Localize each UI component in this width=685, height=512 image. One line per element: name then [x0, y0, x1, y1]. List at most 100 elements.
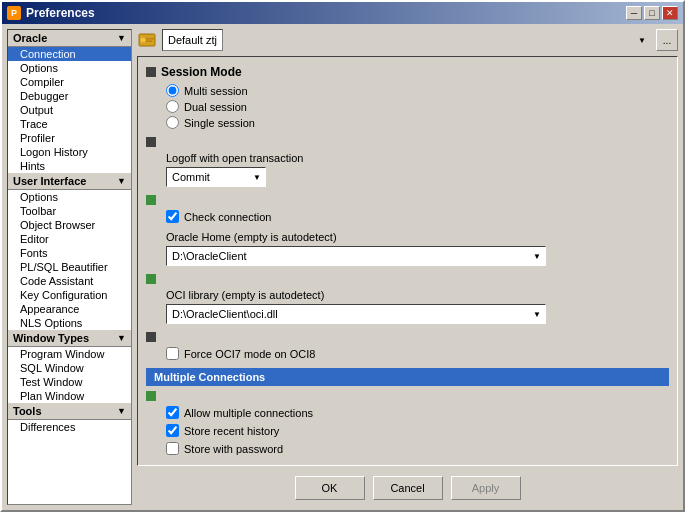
sidebar-item-options[interactable]: Options: [8, 61, 131, 75]
tools-arrow-icon: ▼: [117, 406, 126, 416]
sidebar-item-program-window[interactable]: Program Window: [8, 347, 131, 361]
svg-point-1: [141, 38, 146, 43]
content-area: Oracle ▼ Connection Options Compiler Deb…: [2, 24, 683, 510]
connection-select[interactable]: Default ztj: [162, 29, 223, 51]
mc-title-row: [146, 391, 669, 401]
radio-dual-session-label: Dual session: [184, 101, 247, 113]
sidebar-item-toolbar[interactable]: Toolbar: [8, 204, 131, 218]
check-connection-indicator: [146, 195, 156, 205]
sidebar-item-sql-window[interactable]: SQL Window: [8, 361, 131, 375]
ok-button[interactable]: OK: [295, 476, 365, 500]
check-connection-label: Check connection: [184, 211, 271, 223]
sidebar-item-nls-options[interactable]: NLS Options: [8, 316, 131, 330]
oci-library-section: OCI library (empty is autodetect) D:\Ora…: [146, 274, 669, 324]
sidebar-item-connection[interactable]: Connection: [8, 47, 131, 61]
sidebar-item-fonts[interactable]: Fonts: [8, 246, 131, 260]
sidebar-section-tools[interactable]: Tools ▼: [8, 403, 131, 420]
sidebar-item-logon-history[interactable]: Logon History: [8, 145, 131, 159]
oracle-section-label: Oracle: [13, 32, 47, 44]
logoff-row: Logoff with open transaction Commit Roll…: [166, 152, 669, 187]
preferences-window: P Preferences ─ □ ✕ Oracle ▼ Connection …: [0, 0, 685, 512]
force-oci7-row[interactable]: Force OCI7 mode on OCI8: [166, 347, 669, 360]
check-connection-row[interactable]: Check connection: [166, 210, 669, 223]
title-bar: P Preferences ─ □ ✕: [2, 2, 683, 24]
sidebar-item-differences[interactable]: Differences: [8, 420, 131, 434]
allow-multiple-row[interactable]: Allow multiple connections: [166, 406, 669, 419]
svg-rect-3: [146, 41, 152, 43]
ui-section-label: User Interface: [13, 175, 86, 187]
session-mode-title-row: Session Mode: [146, 65, 669, 79]
cancel-button[interactable]: Cancel: [373, 476, 443, 500]
oracle-home-section: Oracle Home (empty is autodetect) D:\Ora…: [146, 231, 669, 266]
radio-multi-session-label: Multi session: [184, 85, 248, 97]
sidebar-item-debugger[interactable]: Debugger: [8, 89, 131, 103]
radio-dual-session-input[interactable]: [166, 100, 179, 113]
oci-library-select[interactable]: D:\OracleClient\oci.dll: [166, 304, 546, 324]
sidebar-section-oracle[interactable]: Oracle ▼: [8, 30, 131, 47]
force-oci7-indicator: [146, 332, 156, 342]
multiple-connections-section: Allow multiple connections Store recent …: [146, 391, 669, 455]
apply-button[interactable]: Apply: [451, 476, 521, 500]
session-mode-section: Session Mode Multi session Dual session: [146, 65, 669, 129]
ui-arrow-icon: ▼: [117, 176, 126, 186]
session-mode-indicator: [146, 67, 156, 77]
minimize-button[interactable]: ─: [626, 6, 642, 20]
sidebar-section-ui[interactable]: User Interface ▼: [8, 173, 131, 190]
oracle-home-select-wrapper: D:\OracleClient: [166, 246, 546, 266]
commit-select[interactable]: Commit Rollback Ask: [166, 167, 266, 187]
oci-library-label: OCI library (empty is autodetect): [166, 289, 669, 301]
oracle-home-label: Oracle Home (empty is autodetect): [166, 231, 669, 243]
sidebar-item-key-config[interactable]: Key Configuration: [8, 288, 131, 302]
store-password-row[interactable]: Store with password: [166, 442, 669, 455]
check-connection-title-row: [146, 195, 669, 205]
check-connection-section: Check connection: [146, 195, 669, 223]
sidebar-item-object-browser[interactable]: Object Browser: [8, 218, 131, 232]
mc-indicator: [146, 391, 156, 401]
allow-multiple-label: Allow multiple connections: [184, 407, 313, 419]
bottom-bar: OK Cancel Apply: [137, 471, 678, 505]
force-oci7-label: Force OCI7 mode on OCI8: [184, 348, 315, 360]
sidebar-item-hints[interactable]: Hints: [8, 159, 131, 173]
radio-single-session-input[interactable]: [166, 116, 179, 129]
sidebar-item-plsql-beautifier[interactable]: PL/SQL Beautifier: [8, 260, 131, 274]
maximize-button[interactable]: □: [644, 6, 660, 20]
store-history-row[interactable]: Store recent history: [166, 424, 669, 437]
main-panel: Default ztj ... Session Mode Mul: [137, 29, 678, 505]
sidebar-item-plan-window[interactable]: Plan Window: [8, 389, 131, 403]
logoff-section: Logoff with open transaction Commit Roll…: [146, 137, 669, 187]
more-options-button[interactable]: ...: [656, 29, 678, 51]
force-oci7-checkbox[interactable]: [166, 347, 179, 360]
sidebar-item-test-window[interactable]: Test Window: [8, 375, 131, 389]
connection-icon: [137, 30, 157, 50]
commit-select-wrapper: Commit Rollback Ask: [166, 167, 266, 187]
radio-multi-session[interactable]: Multi session: [166, 84, 669, 97]
sidebar-item-editor[interactable]: Editor: [8, 232, 131, 246]
store-password-checkbox[interactable]: [166, 442, 179, 455]
radio-multi-session-input[interactable]: [166, 84, 179, 97]
store-history-checkbox[interactable]: [166, 424, 179, 437]
radio-single-session[interactable]: Single session: [166, 116, 669, 129]
window-title: Preferences: [26, 6, 95, 20]
window-types-arrow-icon: ▼: [117, 333, 126, 343]
oracle-home-select[interactable]: D:\OracleClient: [166, 246, 546, 266]
sidebar-item-profiler[interactable]: Profiler: [8, 131, 131, 145]
radio-single-session-label: Single session: [184, 117, 255, 129]
sidebar-section-window-types[interactable]: Window Types ▼: [8, 330, 131, 347]
title-bar-left: P Preferences: [7, 6, 95, 20]
sidebar-item-compiler[interactable]: Compiler: [8, 75, 131, 89]
store-password-label: Store with password: [184, 443, 283, 455]
sidebar-item-output[interactable]: Output: [8, 103, 131, 117]
logoff-indicator: [146, 137, 156, 147]
sidebar-item-appearance[interactable]: Appearance: [8, 302, 131, 316]
app-icon: P: [7, 6, 21, 20]
allow-multiple-checkbox[interactable]: [166, 406, 179, 419]
close-button[interactable]: ✕: [662, 6, 678, 20]
sidebar-item-ui-options[interactable]: Options: [8, 190, 131, 204]
sidebar-item-trace[interactable]: Trace: [8, 117, 131, 131]
check-connection-checkbox[interactable]: [166, 210, 179, 223]
connection-select-wrapper: Default ztj: [162, 29, 651, 51]
toolbar-row: Default ztj ...: [137, 29, 678, 51]
oracle-arrow-icon: ▼: [117, 33, 126, 43]
sidebar-item-code-assistant[interactable]: Code Assistant: [8, 274, 131, 288]
radio-dual-session[interactable]: Dual session: [166, 100, 669, 113]
